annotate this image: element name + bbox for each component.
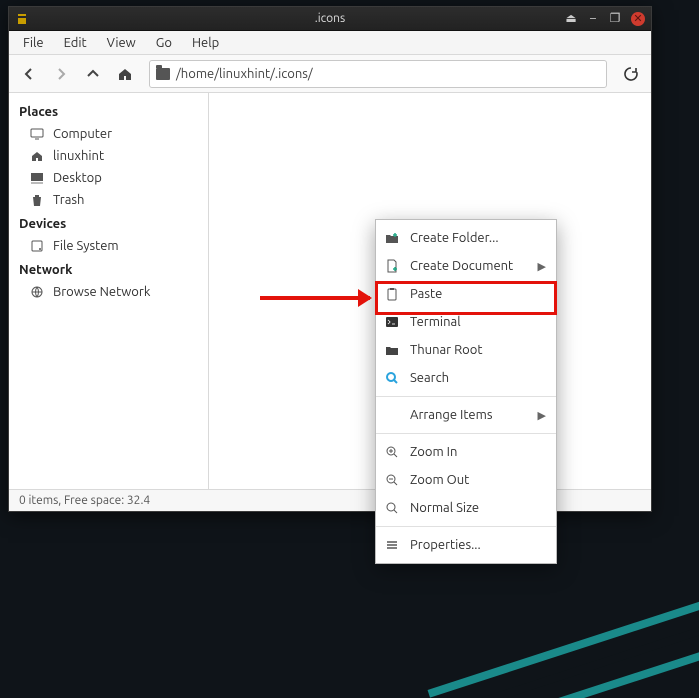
ctx-zoom-in[interactable]: Zoom In (376, 438, 556, 466)
ctx-normal-size[interactable]: Normal Size (376, 494, 556, 522)
desktop-wallpaper-accent (428, 566, 699, 697)
ctx-thunar-root[interactable]: Thunar Root (376, 336, 556, 364)
titlebar[interactable]: .icons ⏏ – ❐ ✕ (9, 7, 651, 31)
maximize-button[interactable]: ❐ (609, 13, 621, 25)
ctx-label: Paste (410, 287, 442, 301)
folder-icon (384, 342, 400, 358)
home-icon (117, 66, 133, 82)
arrow-left-icon (21, 66, 37, 82)
sidebar-item-home[interactable]: linuxhint (9, 145, 208, 167)
eject-button[interactable]: ⏏ (565, 13, 577, 25)
zoom-in-icon (384, 444, 400, 460)
minimize-button[interactable]: – (587, 13, 599, 25)
zoom-reset-icon (384, 500, 400, 516)
menu-edit[interactable]: Edit (56, 34, 95, 52)
menu-view[interactable]: View (99, 34, 144, 52)
ctx-separator (376, 396, 556, 397)
sidebar-header-devices: Devices (9, 211, 208, 235)
arrow-right-icon (53, 66, 69, 82)
forward-button[interactable] (47, 60, 75, 88)
sidebar-header-places: Places (9, 99, 208, 123)
sidebar: Places Computer linuxhint Desktop Trash … (9, 93, 209, 489)
arrow-up-icon (85, 66, 101, 82)
ctx-label: Properties... (410, 538, 481, 552)
menu-file[interactable]: File (15, 34, 52, 52)
ctx-label: Terminal (410, 315, 461, 329)
ctx-label: Normal Size (410, 501, 479, 515)
ctx-label: Create Folder... (410, 231, 499, 245)
status-text: 0 items, Free space: 32.4 (19, 494, 150, 507)
annotation-arrow (260, 296, 370, 300)
ctx-terminal[interactable]: Terminal (376, 308, 556, 336)
ctx-label: Create Document (410, 259, 513, 273)
sidebar-item-label: Browse Network (53, 285, 150, 299)
properties-icon (384, 537, 400, 553)
globe-icon (29, 284, 45, 300)
menu-go[interactable]: Go (148, 34, 180, 52)
home-icon (29, 148, 45, 164)
sidebar-item-trash[interactable]: Trash (9, 189, 208, 211)
sidebar-item-label: File System (53, 239, 119, 253)
window-title: .icons (315, 12, 346, 25)
sidebar-item-label: Desktop (53, 171, 102, 185)
ctx-search[interactable]: Search (376, 364, 556, 392)
location-bar[interactable]: /home/linuxhint/.icons/ (149, 60, 607, 88)
ctx-label: Thunar Root (410, 343, 482, 357)
ctx-properties[interactable]: Properties... (376, 531, 556, 559)
ctx-arrange-items[interactable]: Arrange Items ▶ (376, 401, 556, 429)
ctx-label: Arrange Items (410, 408, 492, 422)
reload-button[interactable] (617, 60, 645, 88)
ctx-create-folder[interactable]: Create Folder... (376, 224, 556, 252)
ctx-paste[interactable]: Paste (376, 280, 556, 308)
ctx-label: Search (410, 371, 449, 385)
sidebar-item-label: Trash (53, 193, 84, 207)
zoom-out-icon (384, 472, 400, 488)
clipboard-icon (384, 286, 400, 302)
context-menu: Create Folder... Create Document ▶ Paste… (375, 219, 557, 564)
sidebar-item-browse-network[interactable]: Browse Network (9, 281, 208, 303)
home-button[interactable] (111, 60, 139, 88)
submenu-arrow-icon: ▶ (538, 409, 546, 422)
app-icon (15, 12, 29, 26)
back-button[interactable] (15, 60, 43, 88)
reload-icon (622, 65, 640, 83)
disk-icon (29, 238, 45, 254)
document-plus-icon (384, 258, 400, 274)
trash-icon (29, 192, 45, 208)
sidebar-header-network: Network (9, 257, 208, 281)
folder-icon (156, 68, 170, 80)
search-icon (384, 370, 400, 386)
ctx-separator (376, 526, 556, 527)
sidebar-item-filesystem[interactable]: File System (9, 235, 208, 257)
ctx-label: Zoom Out (410, 473, 469, 487)
blank-icon (384, 407, 400, 423)
sidebar-item-desktop[interactable]: Desktop (9, 167, 208, 189)
menu-help[interactable]: Help (184, 34, 227, 52)
terminal-icon (384, 314, 400, 330)
sidebar-item-label: Computer (53, 127, 112, 141)
folder-plus-icon (384, 230, 400, 246)
toolbar: /home/linuxhint/.icons/ (9, 55, 651, 93)
location-path: /home/linuxhint/.icons/ (176, 67, 313, 81)
sidebar-item-computer[interactable]: Computer (9, 123, 208, 145)
ctx-create-document[interactable]: Create Document ▶ (376, 252, 556, 280)
ctx-zoom-out[interactable]: Zoom Out (376, 466, 556, 494)
sidebar-item-label: linuxhint (53, 149, 104, 163)
menubar: File Edit View Go Help (9, 31, 651, 55)
submenu-arrow-icon: ▶ (538, 260, 546, 273)
parent-button[interactable] (79, 60, 107, 88)
monitor-icon (29, 126, 45, 142)
close-button[interactable]: ✕ (631, 12, 645, 26)
ctx-separator (376, 433, 556, 434)
ctx-label: Zoom In (410, 445, 457, 459)
desktop-icon (29, 170, 45, 186)
